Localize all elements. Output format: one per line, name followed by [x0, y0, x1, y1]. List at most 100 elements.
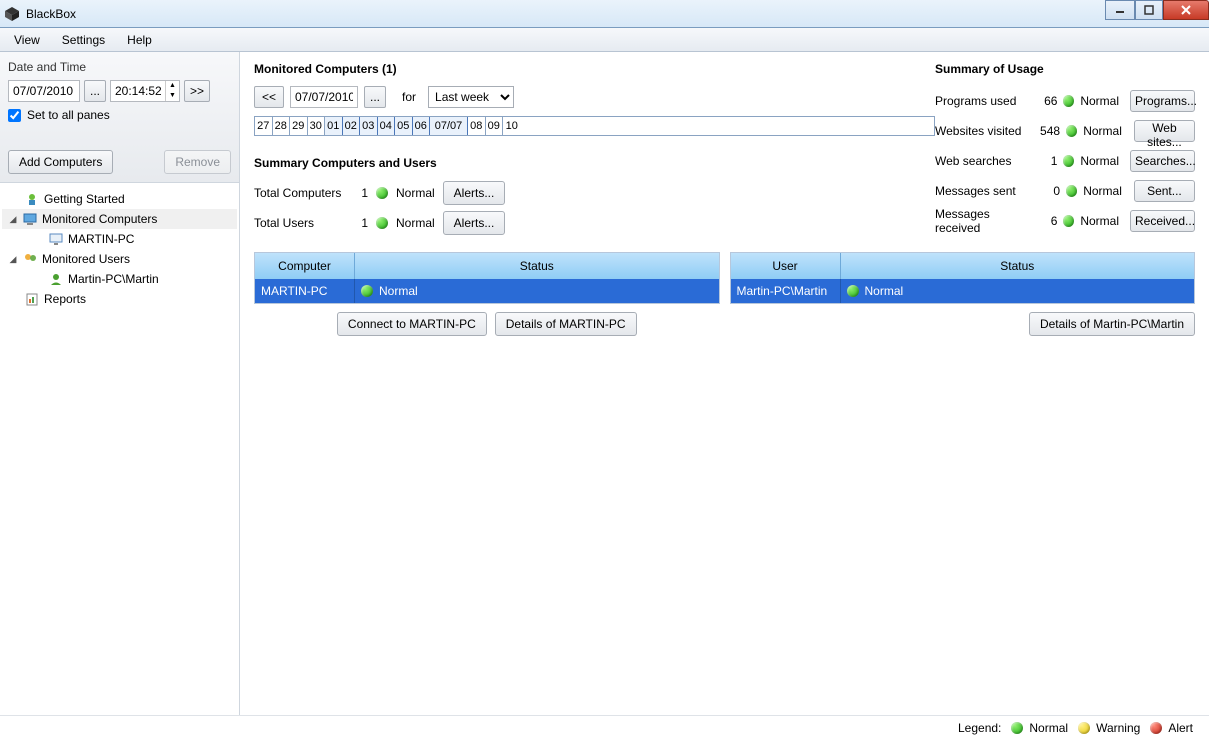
users-icon	[22, 251, 38, 267]
main-panel: Monitored Computers (1) << ... for Last …	[240, 52, 1209, 715]
time-up-icon[interactable]: ▲	[165, 81, 179, 91]
tree-reports[interactable]: Reports	[2, 289, 237, 309]
apply-date-button[interactable]: >>	[184, 80, 210, 102]
summary-cu-title: Summary Computers and Users	[254, 156, 935, 170]
day-cell[interactable]: 03	[360, 117, 378, 135]
legend-bar: Legend: Normal Warning Alert	[0, 715, 1209, 739]
th-status[interactable]: Status	[355, 253, 719, 279]
th-user[interactable]: User	[731, 253, 841, 279]
caret-icon[interactable]: ◢	[8, 254, 18, 265]
close-button[interactable]	[1163, 0, 1209, 20]
legend-normal-icon	[1011, 722, 1023, 734]
websites-button[interactable]: Web sites...	[1134, 120, 1195, 142]
day-cell[interactable]: 01	[325, 117, 343, 135]
total-computers-value: 1	[358, 186, 368, 200]
computers-icon	[22, 211, 38, 227]
tree-monitored-users[interactable]: ◢ Monitored Users	[2, 249, 237, 269]
status-dot-icon	[847, 285, 859, 297]
total-users-label: Total Users	[254, 216, 350, 230]
usage-row-websites: Websites visited 548 Normal Web sites...	[935, 116, 1195, 146]
day-cell[interactable]: 27	[255, 117, 273, 135]
details-computer-button[interactable]: Details of MARTIN-PC	[495, 312, 637, 336]
usage-row-sent: Messages sent 0 Normal Sent...	[935, 176, 1195, 206]
tree-monitored-computers[interactable]: ◢ Monitored Computers	[2, 209, 237, 229]
menu-view[interactable]: View	[4, 31, 50, 49]
usage-row-searches: Web searches 1 Normal Searches...	[935, 146, 1195, 176]
day-cell[interactable]: 08	[468, 117, 486, 135]
navigation-tree: Getting Started ◢ Monitored Computers MA…	[0, 183, 239, 715]
time-down-icon[interactable]: ▼	[165, 91, 179, 101]
tree-martin-user[interactable]: Martin-PC\Martin	[2, 269, 237, 289]
day-cell[interactable]: 06	[413, 117, 431, 135]
reports-icon	[24, 291, 40, 307]
day-cell-current[interactable]: 07/07	[430, 117, 468, 135]
day-cell[interactable]: 09	[486, 117, 504, 135]
connect-computer-button[interactable]: Connect to MARTIN-PC	[337, 312, 487, 336]
nav-date-input[interactable]	[290, 86, 358, 108]
summary-usage-title: Summary of Usage	[935, 62, 1195, 76]
received-button[interactable]: Received...	[1130, 210, 1195, 232]
date-picker-button[interactable]: ...	[84, 80, 106, 102]
day-cell[interactable]: 02	[343, 117, 361, 135]
usage-row-programs: Programs used 66 Normal Programs...	[935, 86, 1195, 116]
legend-label: Legend:	[958, 721, 1001, 735]
th-computer[interactable]: Computer	[255, 253, 355, 279]
cell-computer-name: MARTIN-PC	[255, 279, 355, 303]
searches-button[interactable]: Searches...	[1130, 150, 1195, 172]
usage-row-received: Messages received 6 Normal Received...	[935, 206, 1195, 236]
legend-alert-icon	[1150, 722, 1162, 734]
day-cell[interactable]: 29	[290, 117, 308, 135]
nav-date-picker-button[interactable]: ...	[364, 86, 386, 108]
getting-started-icon	[24, 191, 40, 207]
set-all-panes-checkbox[interactable]: Set to all panes	[8, 108, 231, 122]
range-select[interactable]: Last week	[428, 86, 514, 108]
tree-getting-started[interactable]: Getting Started	[2, 189, 237, 209]
table-row[interactable]: MARTIN-PC Normal	[255, 279, 719, 303]
day-cell[interactable]: 10	[503, 117, 521, 135]
status-dot-icon	[1063, 215, 1074, 227]
maximize-button[interactable]	[1135, 0, 1163, 20]
status-dot-icon	[1063, 95, 1074, 107]
status-dot-icon	[376, 217, 388, 229]
status-dot-icon	[1066, 185, 1077, 197]
day-cell[interactable]: 04	[378, 117, 396, 135]
computers-table: Computer Status MARTIN-PC Normal	[254, 252, 720, 304]
status-dot-icon	[1066, 125, 1077, 137]
programs-button[interactable]: Programs...	[1130, 90, 1195, 112]
sent-button[interactable]: Sent...	[1134, 180, 1195, 202]
date-time-panel: Date and Time ... ▲▼ >> Set to all panes…	[0, 52, 239, 183]
window-title: BlackBox	[26, 7, 76, 21]
caret-icon[interactable]: ◢	[8, 214, 18, 225]
th-status[interactable]: Status	[841, 253, 1195, 279]
menu-help[interactable]: Help	[117, 31, 162, 49]
cell-user-name: Martin-PC\Martin	[731, 279, 841, 303]
date-time-label: Date and Time	[8, 60, 231, 74]
details-user-button[interactable]: Details of Martin-PC\Martin	[1029, 312, 1195, 336]
status-text: Normal	[396, 186, 435, 200]
sidebar: Date and Time ... ▲▼ >> Set to all panes…	[0, 52, 240, 715]
menu-settings[interactable]: Settings	[52, 31, 115, 49]
cell-status: Normal	[355, 279, 719, 303]
status-dot-icon	[361, 285, 373, 297]
status-dot-icon	[376, 187, 388, 199]
day-cell[interactable]: 05	[395, 117, 413, 135]
add-computers-button[interactable]: Add Computers	[8, 150, 113, 174]
computer-icon	[48, 231, 64, 247]
minimize-button[interactable]	[1105, 0, 1135, 20]
total-users-value: 1	[358, 216, 368, 230]
tree-martin-pc[interactable]: MARTIN-PC	[2, 229, 237, 249]
date-input[interactable]	[8, 80, 80, 102]
legend-warning-icon	[1078, 722, 1090, 734]
title-bar: BlackBox	[0, 0, 1209, 28]
for-label: for	[402, 90, 416, 104]
alerts-users-button[interactable]: Alerts...	[443, 211, 506, 235]
remove-button: Remove	[164, 150, 231, 174]
status-dot-icon	[1063, 155, 1074, 167]
status-text: Normal	[396, 216, 435, 230]
time-input[interactable]: ▲▼	[110, 80, 180, 102]
alerts-computers-button[interactable]: Alerts...	[443, 181, 506, 205]
prev-date-button[interactable]: <<	[254, 86, 284, 108]
table-row[interactable]: Martin-PC\Martin Normal	[731, 279, 1195, 303]
day-cell[interactable]: 30	[308, 117, 326, 135]
day-cell[interactable]: 28	[273, 117, 291, 135]
